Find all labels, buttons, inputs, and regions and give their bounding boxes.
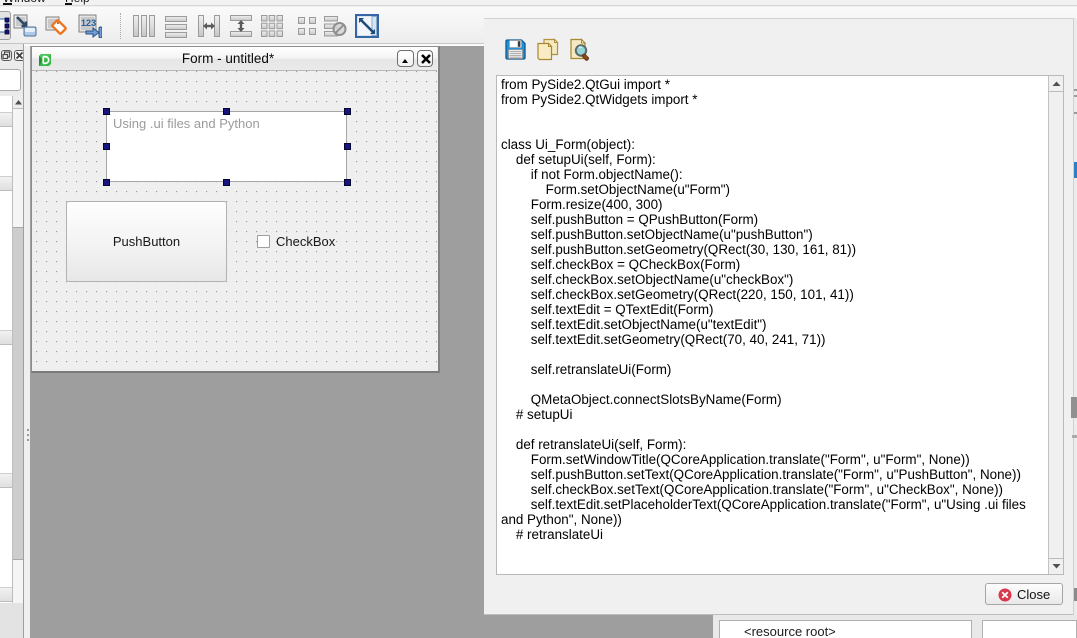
svg-text:123: 123 (81, 18, 96, 28)
